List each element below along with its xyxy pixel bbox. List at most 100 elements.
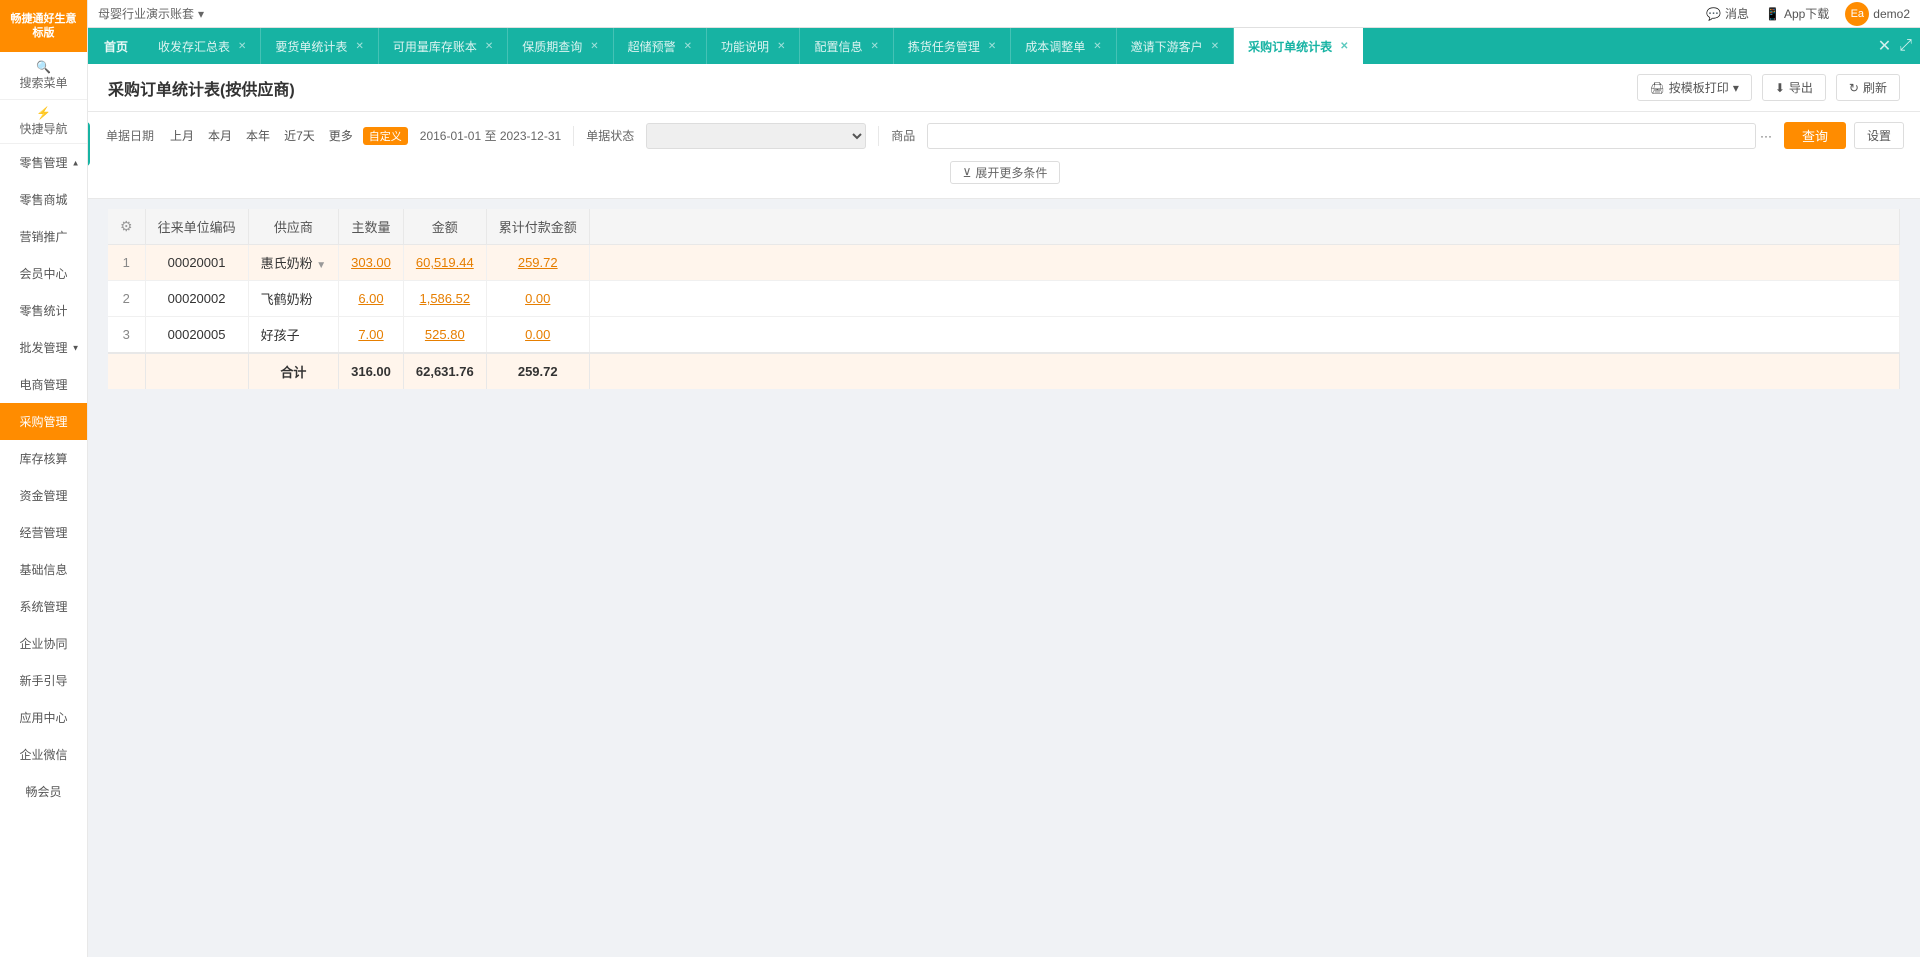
tab-close-pick-task[interactable]: ✕ xyxy=(988,41,996,52)
row-supplier: 飞鹤奶粉 xyxy=(248,281,339,317)
shortcut-more[interactable]: 更多 xyxy=(325,125,357,146)
refresh-button[interactable]: ↻ 刷新 xyxy=(1836,74,1900,101)
export-button[interactable]: ⬇ 导出 xyxy=(1762,74,1826,101)
sidebar-item-newbie[interactable]: 新手引导 xyxy=(0,662,88,699)
tab-home[interactable]: 首页 xyxy=(88,38,144,55)
filter-divider-2 xyxy=(878,126,879,146)
col-code: 往来单位编码 xyxy=(145,209,248,245)
sidebar-search[interactable]: 🔍 搜索菜单 xyxy=(0,52,88,100)
sidebar-item-retail-stats[interactable]: 零售统计 xyxy=(0,292,88,329)
tab-receive-send[interactable]: 收发存汇总表 ✕ xyxy=(144,28,261,64)
goods-input[interactable] xyxy=(927,123,1756,149)
row-qty[interactable]: 7.00 xyxy=(339,317,404,354)
row-extra xyxy=(589,281,1899,317)
shortcut-this-year[interactable]: 本年 xyxy=(242,125,274,146)
main-area: 母婴行业演示账套 ▾ 💬 消息 📱 App下载 Ea demo2 首页 收发存汇… xyxy=(88,0,1920,957)
row-qty[interactable]: 303.00 xyxy=(339,245,404,281)
export-label: 导出 xyxy=(1789,79,1813,96)
message-action[interactable]: 💬 消息 xyxy=(1706,5,1749,22)
avatar-text: Ea xyxy=(1851,8,1864,20)
row-extra xyxy=(589,245,1899,281)
shortcut-last-month[interactable]: 上月 xyxy=(166,125,198,146)
search-button[interactable]: 查询 xyxy=(1784,122,1846,149)
row-amount[interactable]: 1,586.52 xyxy=(403,281,486,317)
custom-date-badge[interactable]: 自定义 xyxy=(363,127,408,145)
sidebar-item-finance[interactable]: 资金管理 xyxy=(0,477,88,514)
tab-config-info[interactable]: 配置信息 ✕ xyxy=(800,28,893,64)
sidebar-item-enterprise[interactable]: 企业协同 xyxy=(0,625,88,662)
tab-expand-icon[interactable]: ⤢ xyxy=(1899,37,1912,55)
sidebar-item-marketing[interactable]: 营销推广 xyxy=(0,218,88,255)
table-settings-icon[interactable]: ⚙ xyxy=(120,218,133,234)
sidebar-item-wechat[interactable]: 企业微信 xyxy=(0,736,88,773)
status-select-wrapper xyxy=(646,123,866,149)
sidebar-item-inventory[interactable]: 库存核算 xyxy=(0,440,88,477)
sidebar-item-basic-info[interactable]: 基础信息 xyxy=(0,551,88,588)
tab-label: 成本调整单 xyxy=(1025,38,1085,55)
search-label: 搜索菜单 xyxy=(0,74,88,91)
sidebar-item-vip[interactable]: 畅会员 xyxy=(0,773,88,810)
workspace-dropdown-icon: ▾ xyxy=(198,7,204,21)
col-settings[interactable]: ⚙ xyxy=(108,209,145,245)
tab-overstock[interactable]: 超储预警 ✕ xyxy=(614,28,707,64)
tab-label: 超储预警 xyxy=(628,38,676,55)
tab-close-overstock[interactable]: ✕ xyxy=(684,41,692,52)
row-qty[interactable]: 6.00 xyxy=(339,281,404,317)
row-paid[interactable]: 259.72 xyxy=(486,245,589,281)
tab-invite-downstream[interactable]: 邀请下游客户 ✕ xyxy=(1117,28,1234,64)
nav-icon: ⚡ xyxy=(0,106,88,120)
tab-pick-task[interactable]: 拣货任务管理 ✕ xyxy=(894,28,1011,64)
row-amount[interactable]: 60,519.44 xyxy=(403,245,486,281)
tab-close-cost-adjust[interactable]: ✕ xyxy=(1093,41,1101,52)
user-action[interactable]: Ea demo2 xyxy=(1845,2,1910,26)
shortcut-7-days[interactable]: 近7天 xyxy=(280,125,319,146)
tab-close-available-stock[interactable]: ✕ xyxy=(485,41,493,52)
tab-function-desc[interactable]: 功能说明 ✕ xyxy=(707,28,800,64)
sidebar-item-system[interactable]: 系统管理 xyxy=(0,588,88,625)
sidebar-item-ecommerce[interactable]: 电商管理 xyxy=(0,366,88,403)
app-download-action[interactable]: 📱 App下载 xyxy=(1765,5,1829,22)
shortcut-this-month[interactable]: 本月 xyxy=(204,125,236,146)
row-amount[interactable]: 525.80 xyxy=(403,317,486,354)
tab-close-goods-stats[interactable]: ✕ xyxy=(355,41,363,52)
row-expand-icon[interactable]: ▼ xyxy=(316,260,326,271)
refresh-icon: ↻ xyxy=(1849,81,1859,95)
sidebar-item-purchase[interactable]: 采购管理 xyxy=(0,403,88,440)
tab-close-all-icon[interactable]: ✕ xyxy=(1878,36,1891,56)
sidebar-quicknav[interactable]: ⚡ 快捷导航 xyxy=(0,100,88,144)
workspace-selector[interactable]: 母婴行业演示账套 ▾ xyxy=(98,5,1706,22)
status-select[interactable] xyxy=(646,123,866,149)
row-paid[interactable]: 0.00 xyxy=(486,317,589,354)
sidebar-item-app-center[interactable]: 应用中心 xyxy=(0,699,88,736)
tab-goods-stats[interactable]: 要货单统计表 ✕ xyxy=(261,28,378,64)
tab-cost-adjust[interactable]: 成本调整单 ✕ xyxy=(1011,28,1116,64)
goods-more-icon[interactable]: ··· xyxy=(1760,129,1772,143)
sidebar-item-retail-shop[interactable]: 零售商城 xyxy=(0,181,88,218)
message-icon: 💬 xyxy=(1706,7,1721,21)
print-dropdown-icon: ▾ xyxy=(1733,81,1739,95)
print-icon: 🖨 xyxy=(1650,81,1665,95)
tab-close-receive-send[interactable]: ✕ xyxy=(238,41,246,52)
sidebar-item-retail-manage[interactable]: 零售管理 xyxy=(0,144,88,181)
date-shortcuts: 上月 本月 本年 近7天 更多 自定义 xyxy=(166,125,408,146)
sidebar-item-operations[interactable]: 经营管理 xyxy=(0,514,88,551)
tab-close-invite-downstream[interactable]: ✕ xyxy=(1211,41,1219,52)
expand-more-button[interactable]: ⊻ 展开更多条件 xyxy=(950,161,1061,184)
tab-close-function-desc[interactable]: ✕ xyxy=(777,41,785,52)
footer-empty-2 xyxy=(145,353,248,389)
footer-qty: 316.00 xyxy=(339,353,404,389)
tab-close-config-info[interactable]: ✕ xyxy=(870,41,878,52)
row-num: 3 xyxy=(108,317,145,354)
tab-expiry-query[interactable]: 保质期查询 ✕ xyxy=(508,28,613,64)
tab-purchase-stats[interactable]: 采购订单统计表 ✕ xyxy=(1234,28,1363,64)
tab-available-stock[interactable]: 可用量库存账本 ✕ xyxy=(379,28,508,64)
row-paid[interactable]: 0.00 xyxy=(486,281,589,317)
tab-close-purchase-stats[interactable]: ✕ xyxy=(1340,41,1348,52)
sidebar-item-wholesale[interactable]: 批发管理 xyxy=(0,329,88,366)
nav-label: 快捷导航 xyxy=(0,120,88,137)
sidebar-item-member-center[interactable]: 会员中心 xyxy=(0,255,88,292)
print-button[interactable]: 🖨 按模板打印 ▾ xyxy=(1637,74,1752,101)
settings-button[interactable]: 设置 xyxy=(1854,122,1904,149)
page-header: 采购订单统计表(按供应商) 🖨 按模板打印 ▾ ⬇ 导出 ↻ 刷新 xyxy=(88,64,1920,112)
tab-close-expiry-query[interactable]: ✕ xyxy=(590,41,598,52)
